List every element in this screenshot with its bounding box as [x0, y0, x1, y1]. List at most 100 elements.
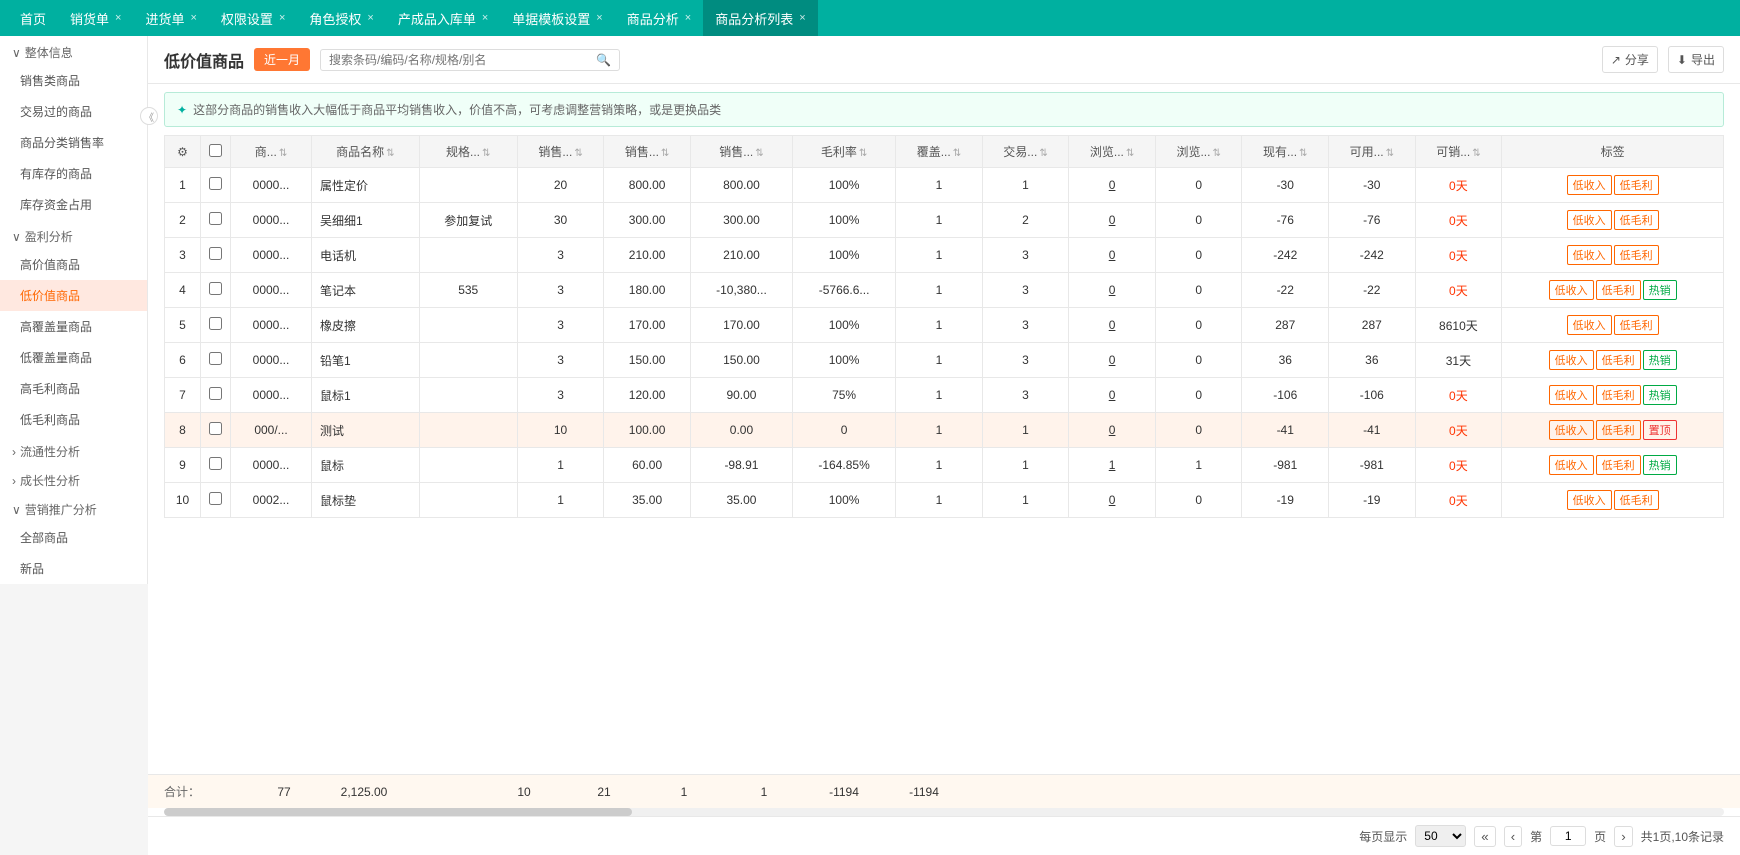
cell-checkbox[interactable]: [201, 238, 231, 273]
browse-link[interactable]: 0: [1109, 318, 1116, 332]
nav-home[interactable]: 首页: [8, 0, 58, 36]
th-browse2[interactable]: 浏览...⇅: [1155, 136, 1242, 168]
th-trade[interactable]: 交易...⇅: [982, 136, 1069, 168]
share-button[interactable]: ↗ 分享: [1602, 46, 1658, 73]
nav-purchase-order[interactable]: 进货单 ×: [133, 0, 208, 36]
row-checkbox[interactable]: [209, 317, 222, 330]
sidebar-item-high-coverage[interactable]: 高覆盖量商品: [0, 311, 147, 342]
nav-sales-order[interactable]: 销货单 ×: [58, 0, 133, 36]
nav-close-icon[interactable]: ×: [279, 12, 285, 24]
cell-checkbox[interactable]: [201, 413, 231, 448]
nav-close-icon[interactable]: ×: [367, 12, 373, 24]
cell-browse1[interactable]: 0: [1069, 343, 1156, 378]
th-code[interactable]: 商...⇅: [231, 136, 312, 168]
sidebar-item-high-value[interactable]: 高价值商品: [0, 249, 147, 280]
sidebar-group-liquidity[interactable]: › 流通性分析: [0, 435, 147, 464]
sidebar-group-growth[interactable]: › 成长性分析: [0, 464, 147, 493]
cell-browse1[interactable]: 0: [1069, 168, 1156, 203]
next-page-button[interactable]: ›: [1614, 826, 1632, 847]
browse-link[interactable]: 0: [1109, 248, 1116, 262]
cell-browse1[interactable]: 0: [1069, 273, 1156, 308]
nav-close-icon[interactable]: ×: [115, 12, 121, 24]
th-name[interactable]: 商品名称⇅: [312, 136, 420, 168]
browse-link[interactable]: 0: [1109, 493, 1116, 507]
nav-product-analysis-list[interactable]: 商品分析列表 ×: [703, 0, 817, 36]
th-settings[interactable]: ⚙: [165, 136, 201, 168]
th-stock2[interactable]: 可用...⇅: [1329, 136, 1416, 168]
page-number-input[interactable]: [1550, 826, 1586, 846]
th-s2[interactable]: 销售...⇅: [604, 136, 691, 168]
th-tags[interactable]: 标签: [1502, 136, 1724, 168]
row-checkbox[interactable]: [209, 422, 222, 435]
row-checkbox[interactable]: [209, 457, 222, 470]
nav-close-icon[interactable]: ×: [482, 12, 488, 24]
cell-browse1[interactable]: 0: [1069, 203, 1156, 238]
nav-close-icon[interactable]: ×: [596, 12, 602, 24]
row-checkbox[interactable]: [209, 247, 222, 260]
row-checkbox[interactable]: [209, 492, 222, 505]
sidebar-item-low-coverage[interactable]: 低覆盖量商品: [0, 342, 147, 373]
row-checkbox[interactable]: [209, 282, 222, 295]
table-wrapper[interactable]: ⚙ 商...⇅ 商品名称⇅ 规格...⇅ 销售...⇅ 销售...⇅ 销售...…: [148, 135, 1740, 774]
sidebar-item-all-products[interactable]: 全部商品: [0, 522, 147, 553]
filter-button[interactable]: 近一月: [254, 48, 310, 71]
sidebar-group-overall[interactable]: ∨ 整体信息: [0, 36, 147, 65]
cell-checkbox[interactable]: [201, 203, 231, 238]
browse-link[interactable]: 0: [1109, 423, 1116, 437]
cell-checkbox[interactable]: [201, 378, 231, 413]
nav-permission[interactable]: 权限设置 ×: [209, 0, 297, 36]
select-all-checkbox[interactable]: [209, 144, 222, 157]
cell-browse1[interactable]: 0: [1069, 378, 1156, 413]
sidebar-group-marketing[interactable]: ∨ 营销推广分析: [0, 493, 147, 522]
th-spec[interactable]: 规格...⇅: [419, 136, 517, 168]
sidebar-item-new-products[interactable]: 新品: [0, 553, 147, 584]
row-checkbox[interactable]: [209, 177, 222, 190]
nav-close-icon[interactable]: ×: [685, 12, 691, 24]
nav-product-analysis[interactable]: 商品分析 ×: [615, 0, 703, 36]
cell-checkbox[interactable]: [201, 448, 231, 483]
sidebar-group-profit[interactable]: ∨ 盈利分析: [0, 220, 147, 249]
th-browse1[interactable]: 浏览...⇅: [1069, 136, 1156, 168]
th-checkbox[interactable]: [201, 136, 231, 168]
browse-link[interactable]: 0: [1109, 213, 1116, 227]
per-page-select[interactable]: 50 100 200: [1415, 825, 1466, 847]
browse-link[interactable]: 0: [1109, 388, 1116, 402]
cell-checkbox[interactable]: [201, 308, 231, 343]
cell-checkbox[interactable]: [201, 168, 231, 203]
prev-page-button[interactable]: ‹: [1504, 826, 1522, 847]
cell-browse1[interactable]: 0: [1069, 308, 1156, 343]
nav-close-icon[interactable]: ×: [190, 12, 196, 24]
nav-role-auth[interactable]: 角色授权 ×: [297, 0, 385, 36]
cell-browse1[interactable]: 0: [1069, 483, 1156, 518]
cell-browse1[interactable]: 0: [1069, 413, 1156, 448]
th-stock1[interactable]: 现有...⇅: [1242, 136, 1329, 168]
th-s1[interactable]: 销售...⇅: [517, 136, 604, 168]
browse-link[interactable]: 0: [1109, 353, 1116, 367]
sidebar-item-low-margin[interactable]: 低毛利商品: [0, 404, 147, 435]
browse-link[interactable]: 0: [1109, 178, 1116, 192]
cell-browse1[interactable]: 0: [1069, 238, 1156, 273]
th-cover[interactable]: 覆盖...⇅: [896, 136, 983, 168]
th-gross[interactable]: 毛利率⇅: [793, 136, 896, 168]
first-page-button[interactable]: «: [1474, 826, 1495, 847]
cell-checkbox[interactable]: [201, 273, 231, 308]
th-s3[interactable]: 销售...⇅: [690, 136, 792, 168]
sidebar-item-stock-products[interactable]: 有库存的商品: [0, 158, 147, 189]
sidebar-item-low-value[interactable]: 低价值商品: [0, 280, 147, 311]
sidebar-item-high-margin[interactable]: 高毛利商品: [0, 373, 147, 404]
nav-template[interactable]: 单据模板设置 ×: [500, 0, 614, 36]
sidebar-item-sales-products[interactable]: 销售类商品: [0, 65, 147, 96]
sidebar-item-traded-products[interactable]: 交易过的商品: [0, 96, 147, 127]
sidebar-item-stock-capital[interactable]: 库存资金占用: [0, 189, 147, 220]
row-checkbox[interactable]: [209, 387, 222, 400]
row-checkbox[interactable]: [209, 352, 222, 365]
cell-checkbox[interactable]: [201, 483, 231, 518]
nav-close-icon[interactable]: ×: [799, 12, 805, 24]
export-button[interactable]: ⬇ 导出: [1668, 46, 1724, 73]
cell-browse1[interactable]: 1: [1069, 448, 1156, 483]
sidebar-collapse-button[interactable]: 《: [140, 107, 158, 125]
search-box[interactable]: 🔍: [320, 49, 620, 71]
th-days[interactable]: 可销...⇅: [1415, 136, 1502, 168]
browse-link[interactable]: 1: [1109, 458, 1116, 472]
search-input[interactable]: [329, 53, 591, 67]
